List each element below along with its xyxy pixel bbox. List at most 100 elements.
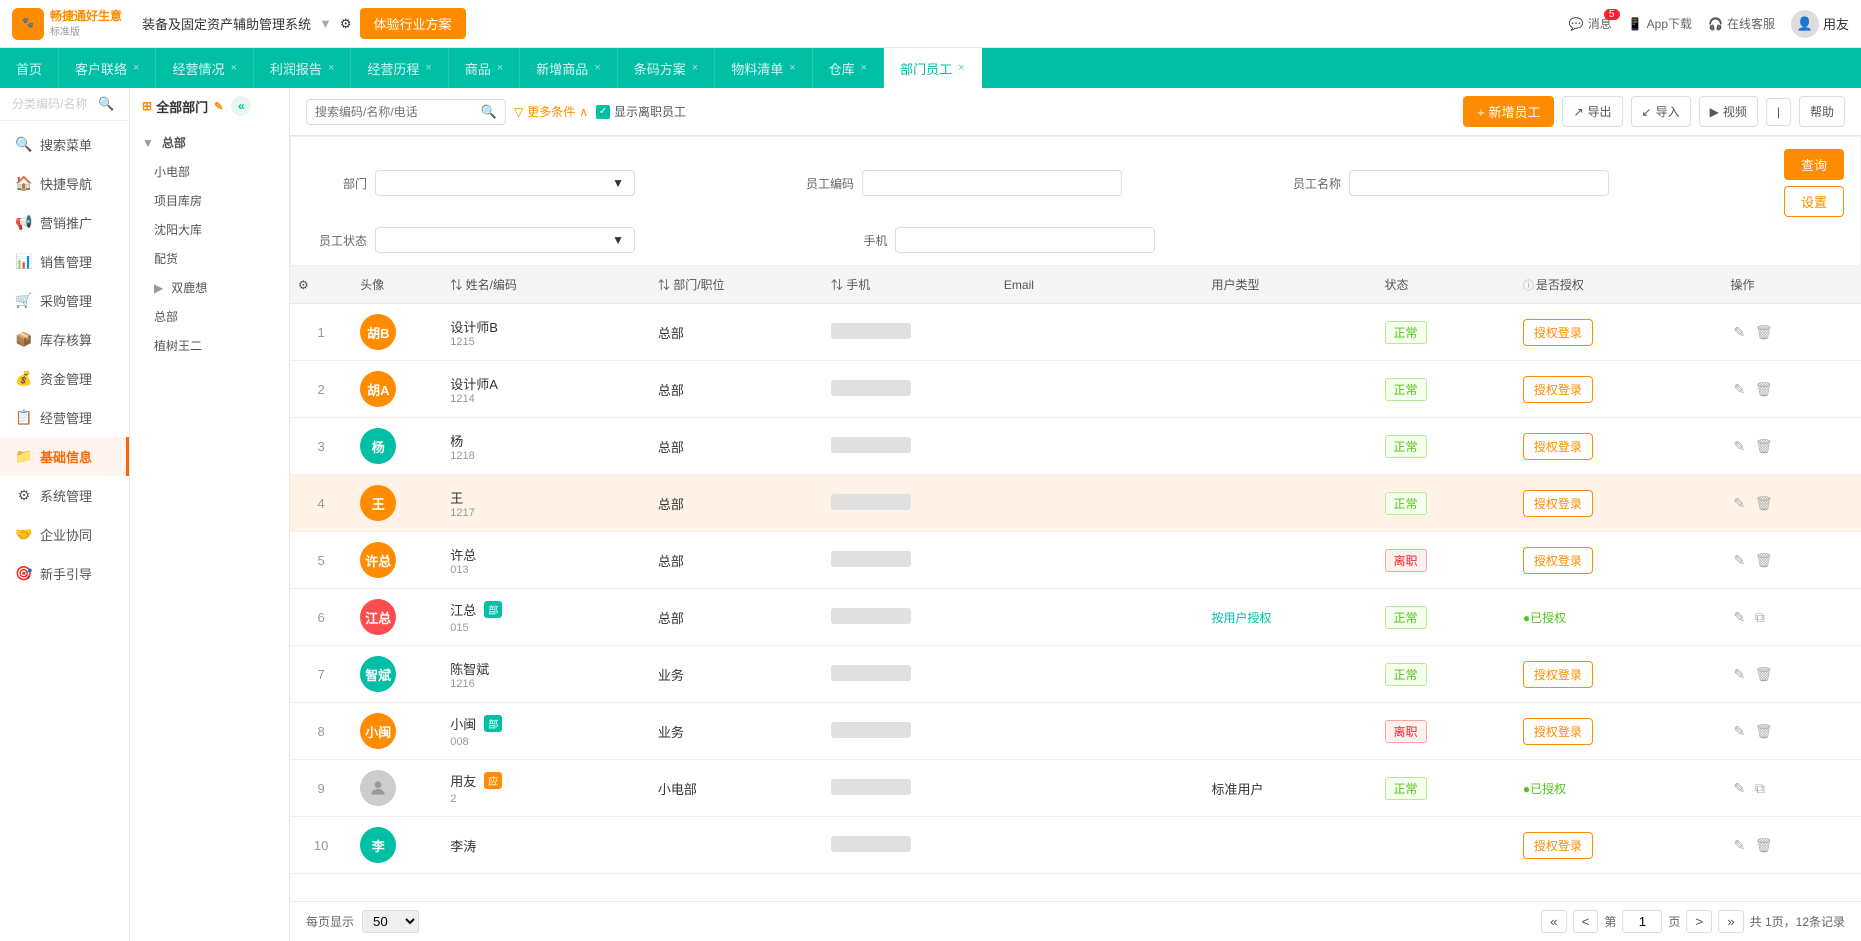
col-dept[interactable]: ⇅ 部门/职位	[650, 266, 823, 304]
dept-node-proj-warehouse[interactable]: 项目库房	[130, 186, 289, 215]
tab-close-icon[interactable]: ×	[958, 62, 964, 74]
search-btn[interactable]: 查询	[1784, 149, 1844, 180]
tab-operations[interactable]: 经营情况 ×	[156, 48, 253, 88]
filter-dept-select[interactable]: ▼	[375, 170, 635, 196]
sidebar-item-finance[interactable]: 💰 资金管理	[0, 359, 129, 398]
sidebar-item-sales[interactable]: 📊 销售管理	[0, 242, 129, 281]
tab-close-icon[interactable]: ×	[497, 62, 503, 74]
dept-node-general[interactable]: ▼ 总部	[130, 128, 289, 157]
auth-btn[interactable]: 授权登录	[1523, 547, 1593, 574]
sidebar-item-system[interactable]: ⚙ 系统管理	[0, 476, 129, 515]
auth-btn[interactable]: 授权登录	[1523, 376, 1593, 403]
dept-node-shuanglu[interactable]: ▶ 双鹿想	[130, 273, 289, 302]
tab-bom[interactable]: 物料清单 ×	[715, 48, 812, 88]
tab-warehouse[interactable]: 仓库 ×	[813, 48, 884, 88]
delete-op-btn[interactable]: 🗑	[1755, 438, 1773, 454]
delete-op-btn[interactable]: 🗑	[1755, 381, 1773, 397]
tab-customer[interactable]: 客户联络 ×	[59, 48, 156, 88]
tab-close-icon[interactable]: ×	[861, 62, 867, 74]
edit-op-btn[interactable]: ✎	[1734, 324, 1746, 340]
auth-btn[interactable]: 授权登录	[1523, 832, 1593, 859]
prev-page-btn[interactable]: <	[1573, 910, 1599, 933]
tab-close-icon[interactable]: ×	[425, 62, 431, 74]
tab-history[interactable]: 经营历程 ×	[351, 48, 448, 88]
dept-node-zhishu[interactable]: 植树王二	[130, 331, 289, 360]
tab-dept-employee[interactable]: 部门员工 ×	[884, 48, 981, 88]
filter-status-select[interactable]: ▼	[375, 227, 635, 253]
sidebar-item-business[interactable]: 📋 经营管理	[0, 398, 129, 437]
delete-op-btn[interactable]: 🗑	[1755, 666, 1773, 682]
message-btn[interactable]: 💬 消息 5	[1569, 15, 1612, 32]
col-settings[interactable]: ⚙	[290, 266, 352, 304]
sidebar-search-input[interactable]	[12, 97, 92, 111]
edit-op-btn[interactable]: ✎	[1734, 666, 1746, 682]
tab-close-icon[interactable]: ×	[230, 62, 236, 74]
filter-empcode-input[interactable]	[862, 170, 1122, 196]
try-btn[interactable]: 体验行业方案	[360, 8, 466, 39]
tab-close-icon[interactable]: ×	[692, 62, 698, 74]
edit-op-btn[interactable]: ✎	[1734, 723, 1746, 739]
view-btn[interactable]: ▶ 视频	[1699, 96, 1758, 127]
auth-btn[interactable]: 授权登录	[1523, 661, 1593, 688]
settings-gear-icon[interactable]: ⚙	[340, 16, 352, 32]
show-resigned-wrap[interactable]: ✓ 显示离职员工	[596, 103, 686, 120]
delete-op-btn[interactable]: 🗑	[1755, 723, 1773, 739]
delete-op-btn[interactable]: 🗑	[1755, 495, 1773, 511]
dept-tree-header[interactable]: ⊞ 全部部门 ✎ «	[130, 88, 289, 124]
sidebar-item-guide[interactable]: 🎯 新手引导	[0, 554, 129, 593]
col-auth[interactable]: ⓘ是否授权	[1515, 266, 1723, 304]
edit-op-btn[interactable]: ✎	[1734, 552, 1746, 568]
add-employee-btn[interactable]: + 新增员工	[1463, 96, 1554, 127]
filter-empname-input[interactable]	[1349, 170, 1609, 196]
sidebar-item-basicinfo[interactable]: 📁 基础信息	[0, 437, 129, 476]
settings-btn[interactable]: 设置	[1784, 186, 1844, 217]
delete-op-btn[interactable]: 🗑	[1755, 837, 1773, 853]
sidebar-item-marketing[interactable]: 📢 营销推广	[0, 203, 129, 242]
last-page-btn[interactable]: »	[1718, 910, 1743, 933]
edit-op-btn[interactable]: ✎	[1734, 609, 1746, 625]
page-number-input[interactable]	[1622, 910, 1662, 933]
sidebar-item-search[interactable]: 🔍 搜索菜单	[0, 125, 129, 164]
delete-op-btn[interactable]: 🗑	[1755, 552, 1773, 568]
app-download-btn[interactable]: 📱 App下载	[1628, 15, 1692, 32]
filter-phone-input[interactable]	[895, 227, 1155, 253]
sidebar-item-inventory[interactable]: 📦 库存核算	[0, 320, 129, 359]
help-btn[interactable]: |	[1766, 98, 1791, 126]
tab-profit[interactable]: 利润报告 ×	[254, 48, 351, 88]
tab-close-icon[interactable]: ×	[328, 62, 334, 74]
dept-node-hq[interactable]: 总部	[130, 302, 289, 331]
delete-op-btn[interactable]: 🗑	[1755, 324, 1773, 340]
tab-add-goods[interactable]: 新增商品 ×	[520, 48, 617, 88]
edit-op-btn[interactable]: ✎	[1734, 438, 1746, 454]
tab-barcode[interactable]: 条码方案 ×	[618, 48, 715, 88]
auth-btn[interactable]: 授权登录	[1523, 490, 1593, 517]
dept-node-small-elec[interactable]: 小电部	[130, 157, 289, 186]
auth-btn[interactable]: 授权登录	[1523, 319, 1593, 346]
tab-close-icon[interactable]: ×	[594, 62, 600, 74]
more-filter-btn[interactable]: ▽ 更多条件 ∧	[514, 103, 588, 120]
show-resigned-checkbox[interactable]: ✓	[596, 105, 610, 119]
per-page-select[interactable]: 50 100	[362, 910, 419, 933]
edit-icon[interactable]: ✎	[214, 100, 223, 113]
edit-op-btn[interactable]: ✎	[1734, 837, 1746, 853]
search-input[interactable]	[315, 105, 477, 119]
tab-close-icon[interactable]: ×	[789, 62, 795, 74]
tab-goods[interactable]: 商品 ×	[449, 48, 520, 88]
auth-btn[interactable]: 授权登录	[1523, 718, 1593, 745]
sidebar-item-nav[interactable]: 🏠 快捷导航	[0, 164, 129, 203]
user-area[interactable]: 👤 用友	[1791, 10, 1849, 38]
auth-btn[interactable]: 授权登录	[1523, 433, 1593, 460]
sidebar-item-collab[interactable]: 🤝 企业协同	[0, 515, 129, 554]
copy-op-btn[interactable]: ⧉	[1755, 780, 1765, 796]
sidebar-item-purchase[interactable]: 🛒 采购管理	[0, 281, 129, 320]
online-support-btn[interactable]: 🎧 在线客服	[1708, 15, 1775, 32]
system-title-arrow[interactable]: ▼	[319, 16, 332, 31]
collapse-btn[interactable]: «	[231, 96, 251, 116]
copy-op-btn[interactable]: ⧉	[1755, 609, 1765, 625]
dept-node-delivery[interactable]: 配货	[130, 244, 289, 273]
tab-close-icon[interactable]: ×	[133, 62, 139, 74]
help-text-btn[interactable]: 帮助	[1799, 96, 1845, 127]
col-name[interactable]: ⇅ 姓名/编码	[442, 266, 650, 304]
edit-op-btn[interactable]: ✎	[1734, 780, 1746, 796]
next-page-btn[interactable]: >	[1686, 910, 1712, 933]
